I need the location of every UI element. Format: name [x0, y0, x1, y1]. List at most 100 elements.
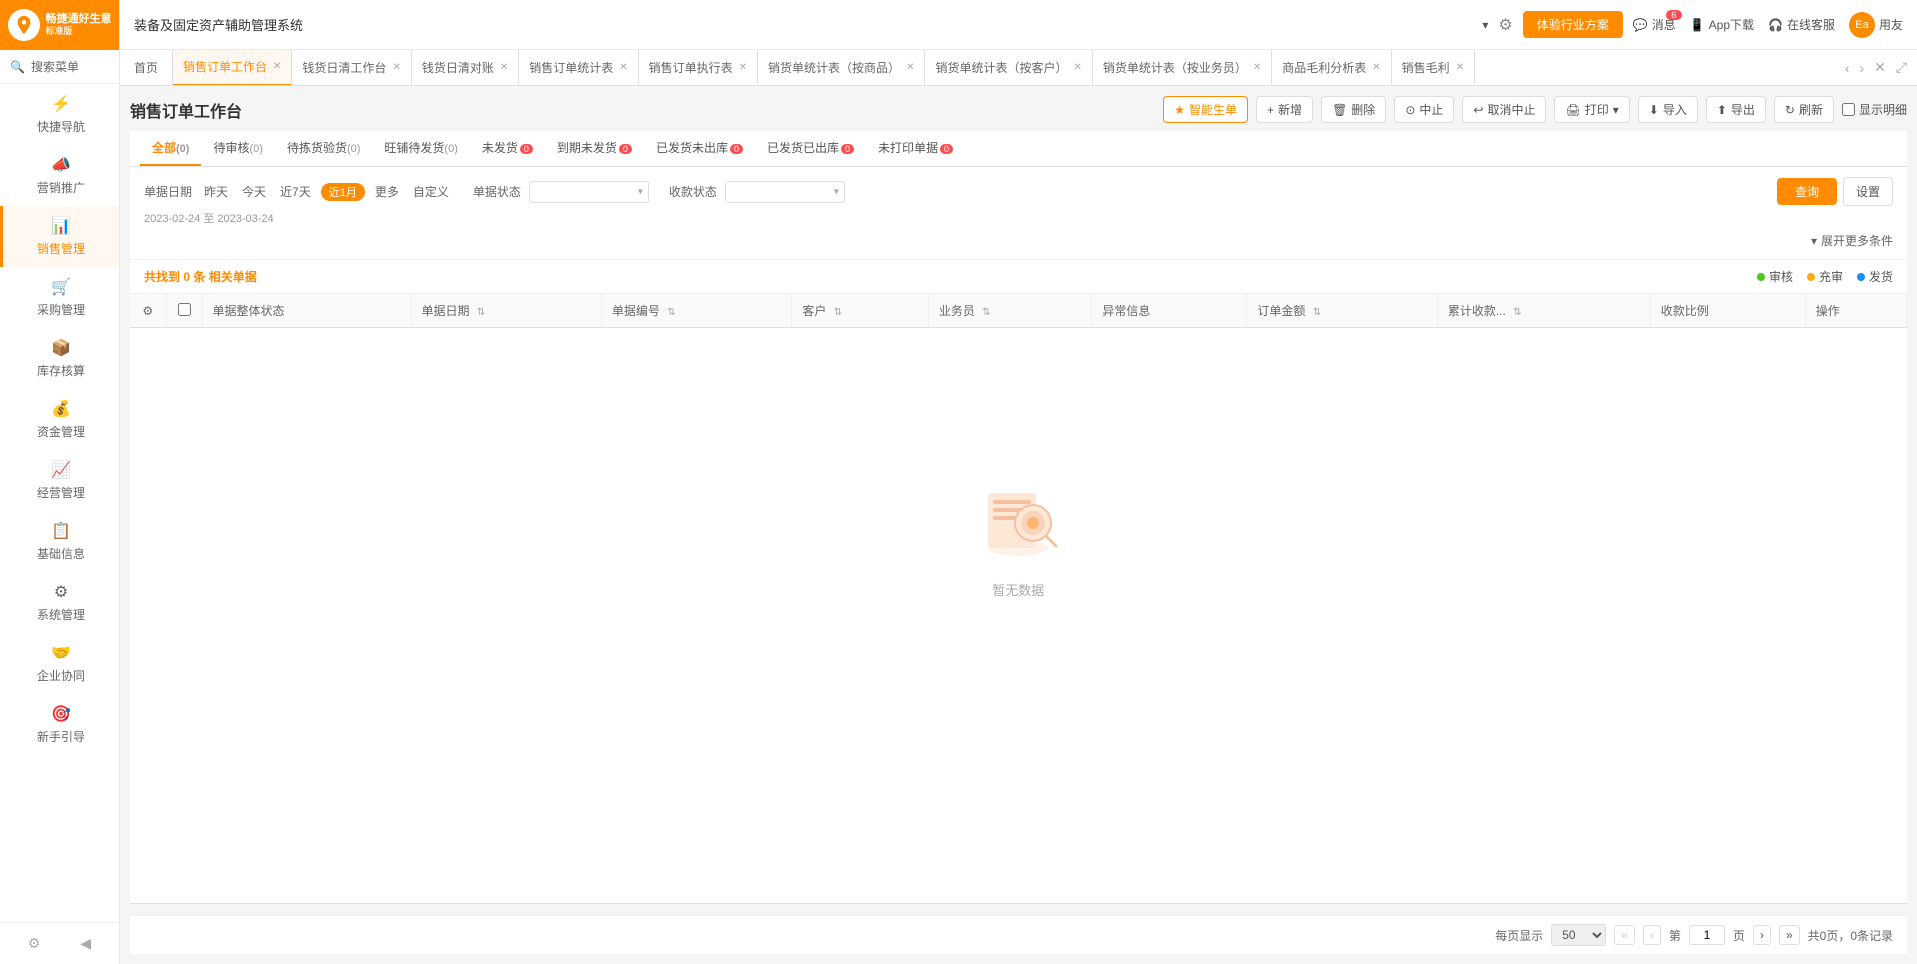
pagination-last-btn[interactable]: »	[1779, 925, 1800, 945]
filter-tab-wangpu-ship[interactable]: 旺铺待发货(0)	[372, 131, 469, 166]
th-number[interactable]: 单据编号 ⇅	[601, 294, 791, 328]
topbar-online-service[interactable]: 🎧 在线客服	[1768, 16, 1835, 33]
user-avatar-text: Ea	[1855, 19, 1868, 31]
filter-status-select[interactable]	[529, 181, 649, 203]
pagination-first-btn[interactable]: «	[1614, 925, 1635, 945]
tab-close-all-btn[interactable]: ✕	[1870, 57, 1890, 78]
th-amount[interactable]: 订单金额 ⇅	[1247, 294, 1437, 328]
industry-plan-button[interactable]: 体验行业方案	[1523, 11, 1623, 38]
tab-sales-by-customer[interactable]: 销货单统计表（按客户） ✕	[925, 50, 1092, 86]
table-ship-btn[interactable]: 发货	[1857, 268, 1893, 285]
filter-tab-pending-inspect[interactable]: 待拣货验货(0)	[275, 131, 372, 166]
smart-create-button[interactable]: ★ 智能生单	[1163, 96, 1248, 123]
tab-close-sales-exec[interactable]: ✕	[739, 62, 747, 73]
reset-button[interactable]: 设置	[1843, 177, 1893, 206]
sidebar-item-basic[interactable]: 📋 基础信息	[0, 511, 119, 572]
sidebar-item-marketing[interactable]: 📣 营销推广	[0, 145, 119, 206]
data-table-container[interactable]: ⚙ 单据整体状态 单据日期 ⇅	[130, 294, 1907, 903]
topbar-dropdown[interactable]: ▾	[1482, 18, 1488, 32]
horizontal-scrollbar[interactable]	[130, 903, 1907, 915]
pagination-page-input[interactable]	[1689, 925, 1725, 945]
query-button[interactable]: 查询	[1777, 178, 1837, 205]
tab-sales-profit[interactable]: 销售毛利 ✕	[1392, 50, 1475, 86]
tab-close-sales-profit[interactable]: ✕	[1456, 62, 1464, 73]
filter-payment-select[interactable]	[725, 181, 845, 203]
tab-close-gross-margin[interactable]: ✕	[1372, 62, 1380, 73]
print-button[interactable]: 🖨 打印 ▾	[1554, 96, 1629, 123]
filter-tab-not-printed[interactable]: 未打印单据0	[866, 131, 965, 166]
topbar-user[interactable]: Ea 用友	[1849, 12, 1903, 38]
pagination-next-btn[interactable]: ›	[1753, 925, 1771, 945]
th-staff[interactable]: 业务员 ⇅	[928, 294, 1091, 328]
topbar-settings-icon[interactable]: ⚙	[1498, 15, 1512, 35]
filter-tab-not-shipped[interactable]: 未发货0	[470, 131, 545, 166]
tab-close-sales-by-staff[interactable]: ✕	[1253, 62, 1261, 73]
tab-prev-btn[interactable]: ‹	[1841, 58, 1854, 78]
filter-date-yesterday[interactable]: 昨天	[200, 181, 232, 202]
pagination-size-select[interactable]: 20 50 100	[1551, 924, 1606, 946]
filter-date-custom[interactable]: 自定义	[409, 181, 453, 202]
tab-gross-margin[interactable]: 商品毛利分析表 ✕	[1272, 50, 1391, 86]
tab-next-btn[interactable]: ›	[1855, 58, 1868, 78]
cancel-stop-button[interactable]: ↩ 取消中止	[1462, 96, 1546, 123]
sidebar-item-search[interactable]: 🔍 搜索菜单	[0, 50, 119, 84]
tab-cash-reconcile[interactable]: 钱货日清对账 ✕	[412, 50, 519, 86]
pagination-prev-btn[interactable]: ‹	[1643, 925, 1661, 945]
topbar-app-download[interactable]: 📱 App下载	[1690, 16, 1754, 33]
sidebar-item-finance[interactable]: 💰 资金管理	[0, 389, 119, 450]
sidebar-item-operation[interactable]: 📈 经营管理	[0, 450, 119, 511]
refresh-label: 刷新	[1799, 101, 1823, 118]
tab-sales-exec[interactable]: 销售订单执行表 ✕	[639, 50, 758, 86]
th-customer[interactable]: 客户 ⇅	[792, 294, 929, 328]
filter-tab-all[interactable]: 全部(0)	[140, 131, 201, 166]
tab-close-sales-by-product[interactable]: ✕	[906, 62, 914, 73]
tab-sales-stat[interactable]: 销售订单统计表 ✕	[519, 50, 638, 86]
sidebar-item-inventory[interactable]: 📦 库存核算	[0, 328, 119, 389]
add-button[interactable]: + 新增	[1256, 96, 1313, 123]
tab-close-cash-reconcile[interactable]: ✕	[500, 62, 508, 73]
refresh-button[interactable]: ↻ 刷新	[1774, 96, 1834, 123]
th-date[interactable]: 单据日期 ⇅	[411, 294, 601, 328]
main-content: 装备及固定资产辅助管理系统 ▾ ⚙ 体验行业方案 💬 消息 6 📱 App下载 …	[120, 0, 1917, 964]
table-cancel-audit-btn[interactable]: 充审	[1807, 268, 1843, 285]
filter-tab-shipped-out[interactable]: 已发货已出库0	[755, 131, 866, 166]
sidebar-collapse-btn[interactable]: ◀	[76, 931, 95, 956]
tab-sales-by-product[interactable]: 销货单统计表（按商品） ✕	[758, 50, 925, 86]
tab-close-sales-workbench[interactable]: ✕	[273, 61, 281, 72]
sidebar-item-system[interactable]: ⚙ 系统管理	[0, 572, 119, 633]
empty-text: 暂无数据	[992, 580, 1044, 599]
sidebar-item-guide[interactable]: 🎯 新手引导	[0, 694, 119, 755]
tab-close-cash-daily[interactable]: ✕	[392, 62, 400, 73]
filter-expand-btn[interactable]: ▾ 展开更多条件	[1811, 232, 1893, 249]
tab-sales-workbench[interactable]: 销售订单工作台 ✕	[173, 50, 292, 86]
tab-expand-btn[interactable]: ⤢	[1892, 57, 1911, 78]
export-button[interactable]: ⬆ 导出	[1706, 96, 1766, 123]
delete-button[interactable]: 🗑 删除	[1321, 96, 1386, 123]
filter-date-1month[interactable]: 近1月	[321, 183, 365, 201]
filter-date-more[interactable]: 更多	[371, 181, 403, 202]
tab-close-sales-by-customer[interactable]: ✕	[1073, 62, 1081, 73]
import-button[interactable]: ⬇ 导入	[1638, 96, 1698, 123]
sidebar-item-quick[interactable]: ⚡ 快捷导航	[0, 84, 119, 145]
filter-tab-shipped-not-out[interactable]: 已发货未出库0	[644, 131, 755, 166]
topbar-message[interactable]: 💬 消息 6	[1633, 16, 1676, 33]
tab-cash-daily[interactable]: 钱货日清工作台 ✕	[292, 50, 411, 86]
show-detail-checkbox[interactable]	[1842, 103, 1855, 116]
tab-close-sales-stat[interactable]: ✕	[619, 62, 627, 73]
filter-tab-pending-review[interactable]: 待审核(0)	[201, 131, 274, 166]
table-audit-btn[interactable]: 审核	[1757, 268, 1793, 285]
filter-date-7days[interactable]: 近7天	[276, 181, 315, 202]
sidebar-settings-btn[interactable]: ⚙	[24, 931, 45, 956]
stop-button[interactable]: ⊙ 中止	[1394, 96, 1454, 123]
sidebar-item-sales[interactable]: 📊 销售管理	[0, 206, 119, 267]
filter-tab-overdue-ship[interactable]: 到期未发货0	[545, 131, 644, 166]
settings-icon[interactable]: ⚙	[142, 304, 153, 318]
show-detail-label[interactable]: 显示明细	[1842, 101, 1907, 118]
th-collected[interactable]: 累计收款... ⇅	[1437, 294, 1650, 328]
tab-sales-by-staff[interactable]: 销货单统计表（按业务员） ✕	[1093, 50, 1272, 86]
select-all-checkbox[interactable]	[178, 303, 191, 316]
filter-date-today[interactable]: 今天	[238, 181, 270, 202]
sidebar-item-corp[interactable]: 🤝 企业协同	[0, 633, 119, 694]
sidebar-item-purchase[interactable]: 🛒 采购管理	[0, 267, 119, 328]
tab-home[interactable]: 首页	[120, 50, 173, 86]
